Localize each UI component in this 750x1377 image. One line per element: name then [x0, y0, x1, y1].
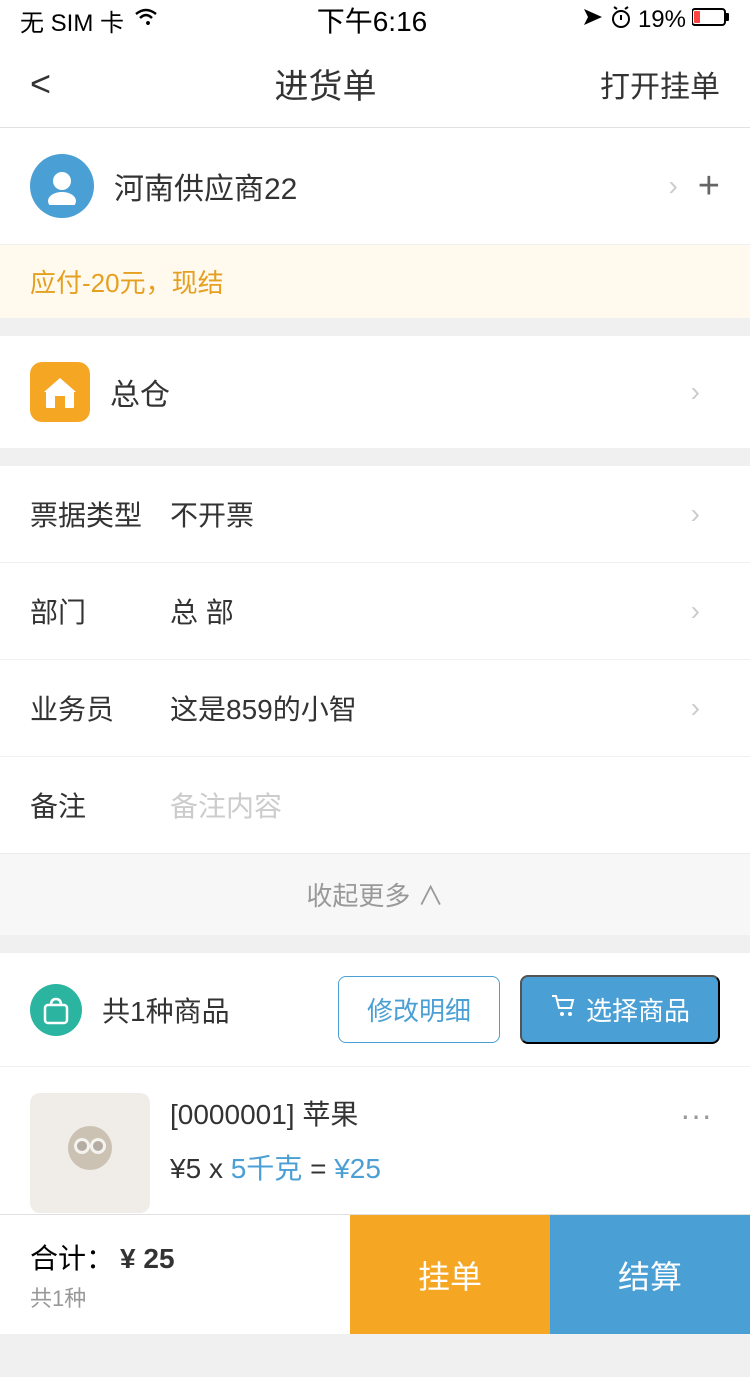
product-price: ¥5 x 5千克 = ¥25	[170, 1147, 652, 1187]
total-amount: ¥ 25	[120, 1243, 175, 1275]
chevron-right-icon: ›	[691, 692, 700, 724]
warehouse-row[interactable]: 总仓 ›	[0, 336, 750, 448]
footer-total: 合计： ¥ 25 共1种	[0, 1215, 350, 1334]
open-pending-button[interactable]: 打开挂单	[600, 62, 720, 106]
total-label: 合计：	[30, 1237, 114, 1277]
quantity-value: 5千克	[231, 1153, 303, 1184]
status-right: 19%	[584, 6, 730, 35]
product-count-label: 共1种商品	[102, 990, 318, 1030]
alarm-icon	[610, 6, 632, 35]
product-info: [0000001] 苹果 ¥5 x 5千克 = ¥25	[170, 1093, 652, 1187]
price-x: x	[209, 1153, 231, 1184]
product-thumbnail	[30, 1093, 150, 1213]
product-id: [0000001]	[170, 1099, 295, 1130]
remark-placeholder[interactable]: 备注内容	[170, 785, 720, 825]
product-more-button[interactable]: ···	[672, 1093, 720, 1138]
department-value: 总 部	[170, 591, 691, 631]
chevron-right-icon: ›	[691, 376, 700, 408]
footer: 合计： ¥ 25 共1种 挂单 结算	[0, 1214, 750, 1334]
warehouse-card[interactable]: 总仓 ›	[0, 336, 750, 448]
supplier-row[interactable]: 河南供应商22 › +	[0, 128, 750, 245]
products-header: 共1种商品 修改明细 选择商品	[0, 953, 750, 1066]
location-icon	[584, 6, 604, 34]
warehouse-name: 总仓	[110, 370, 691, 414]
status-bar: 无 SIM 卡 下午6:16 19%	[0, 0, 750, 40]
product-name-text: 苹果	[302, 1099, 358, 1130]
price-equals: =	[310, 1153, 334, 1184]
chevron-right-icon: ›	[691, 498, 700, 530]
salesman-row[interactable]: 业务员 这是859的小智 ›	[0, 659, 750, 756]
department-label: 部门	[30, 591, 170, 631]
remark-row[interactable]: 备注 备注内容	[0, 756, 750, 853]
settle-button[interactable]: 结算	[550, 1215, 750, 1334]
select-product-label: 选择商品	[586, 991, 690, 1028]
invoice-type-row[interactable]: 票据类型 不开票 ›	[0, 466, 750, 562]
back-button[interactable]: <	[30, 63, 51, 105]
salesman-value: 这是859的小智	[170, 688, 691, 728]
department-row[interactable]: 部门 总 部 ›	[0, 562, 750, 659]
form-card: 票据类型 不开票 › 部门 总 部 › 业务员 这是859的小智 › 备注 备注…	[0, 466, 750, 935]
invoice-type-value: 不开票	[170, 494, 691, 534]
product-bag-icon	[30, 984, 82, 1036]
supplier-alert: 应付-20元，现结	[0, 245, 750, 318]
status-time: 下午6:16	[317, 0, 428, 40]
page-title: 进货单	[275, 59, 377, 108]
salesman-label: 业务员	[30, 688, 170, 728]
price-value: ¥5	[170, 1153, 201, 1184]
avatar	[30, 154, 94, 218]
chevron-right-icon: ›	[691, 595, 700, 627]
battery-icon	[692, 6, 730, 34]
supplier-card: 河南供应商22 › + 应付-20元，现结	[0, 128, 750, 318]
total-value: ¥25	[334, 1153, 381, 1184]
pending-button[interactable]: 挂单	[350, 1215, 550, 1334]
warehouse-icon	[30, 362, 90, 422]
total-sub: 共1种	[30, 1281, 320, 1313]
add-button[interactable]: +	[698, 165, 720, 208]
main-content: 河南供应商22 › + 应付-20元，现结 总仓 › 票据类型 不开票 ›	[0, 128, 750, 1377]
select-product-button[interactable]: 选择商品	[520, 975, 720, 1044]
cart-icon	[550, 994, 578, 1025]
status-left: 无 SIM 卡	[20, 3, 160, 38]
edit-detail-button[interactable]: 修改明细	[338, 976, 500, 1043]
chevron-right-icon: ›	[668, 170, 677, 202]
wifi-icon	[132, 6, 160, 34]
battery-text: 19%	[638, 6, 686, 34]
supplier-name: 河南供应商22	[114, 164, 668, 208]
product-name: [0000001] 苹果	[170, 1093, 652, 1133]
carrier-text: 无 SIM 卡	[20, 3, 124, 38]
collapse-button[interactable]: 收起更多 ∧	[0, 853, 750, 935]
products-card: 共1种商品 修改明细 选择商品	[0, 953, 750, 1239]
nav-bar: < 进货单 打开挂单	[0, 40, 750, 128]
remark-label: 备注	[30, 785, 170, 825]
invoice-type-label: 票据类型	[30, 494, 170, 534]
